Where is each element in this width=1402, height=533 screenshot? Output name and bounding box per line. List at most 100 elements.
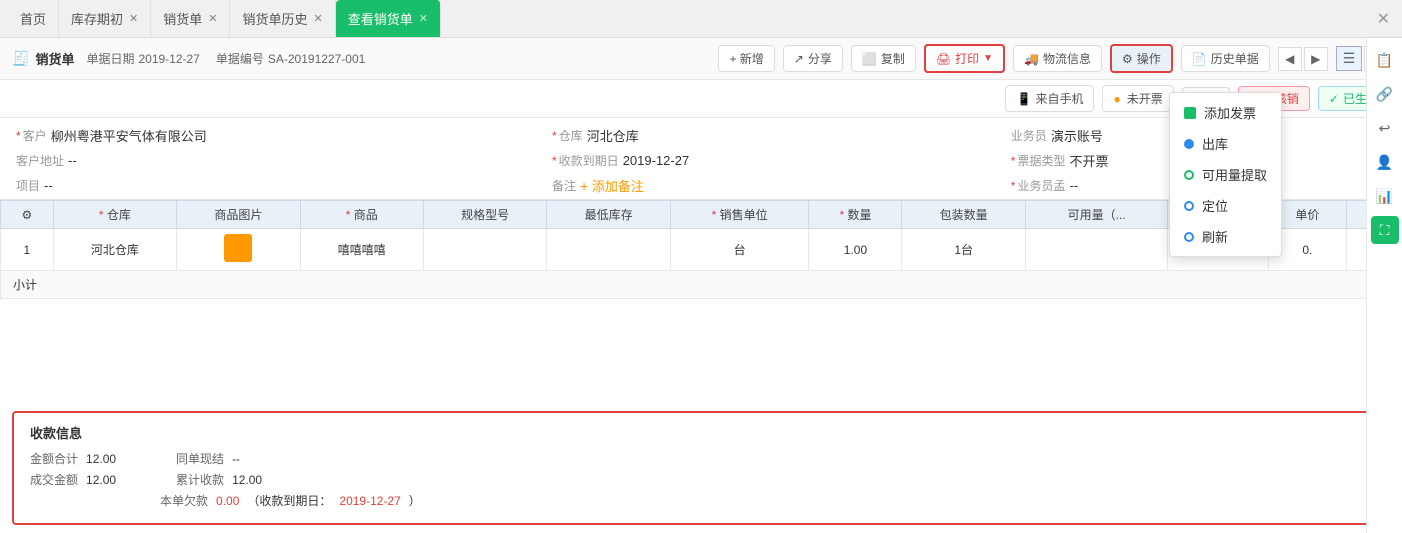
row-unit: 台 (670, 229, 809, 271)
payment-info-row2: 成交金额 12.00 累计收款 12.00 (30, 471, 1372, 488)
history-button[interactable]: 📄 历史单据 (1181, 45, 1270, 72)
remark-label: 备注 (552, 177, 576, 194)
tab-inventory-close[interactable]: ✕ (129, 12, 138, 25)
from-phone-label: 来自手机 (1035, 90, 1083, 107)
owe-date: 2019-12-27 (339, 494, 400, 508)
project-label: 项目 (16, 177, 40, 194)
print-button-label: 打印 (955, 50, 979, 67)
col-settings[interactable]: ⚙ (1, 201, 54, 229)
owe-value: 0.00 (216, 494, 239, 508)
col-img: 商品图片 (177, 201, 300, 229)
sidebar-icon-copy[interactable]: 📋 (1371, 46, 1399, 74)
owe-label: 本单欠款 (160, 492, 208, 509)
new-button[interactable]: + 新增 (718, 45, 774, 72)
tab-view-sales[interactable]: 查看销货单 ✕ (336, 0, 441, 37)
row-num: 1 (1, 229, 54, 271)
logistics-button[interactable]: 🚚 物流信息 (1013, 45, 1102, 72)
payment-date-field: 收款到期日 2019-12-27 (552, 152, 981, 169)
address-label: 客户地址 (16, 152, 64, 169)
sidebar-icon-link[interactable]: 🔗 (1371, 80, 1399, 108)
copy-button[interactable]: ⬜ 复制 (851, 45, 916, 72)
doc-type-icon: 🧾 (12, 50, 29, 67)
deal-label: 成交金额 (30, 471, 78, 488)
available-qty-label: 可用量提取 (1202, 165, 1267, 184)
tab-home[interactable]: 首页 (8, 0, 59, 37)
ticket-type-label: 票据类型 (1011, 152, 1066, 169)
remark-field: 备注 + 添加备注 (552, 176, 981, 195)
cumulative-value: 12.00 (232, 473, 262, 487)
project-field: 项目 -- (16, 177, 552, 194)
tab-history-close[interactable]: ✕ (314, 12, 323, 25)
dropdown-locate[interactable]: 定位 (1170, 190, 1281, 221)
new-button-label: + 新增 (729, 50, 763, 67)
refresh-label: 刷新 (1202, 227, 1228, 246)
staff-label: 业务员 (1011, 127, 1047, 144)
cumulative-field: 累计收款 12.00 (176, 471, 262, 488)
subtotal-label: 小计 (1, 271, 1402, 299)
dropdown-add-invoice[interactable]: 添加发票 (1170, 97, 1281, 128)
col-qty: * 数量 (809, 201, 902, 229)
sidebar-icon-user[interactable]: 👤 (1371, 148, 1399, 176)
add-invoice-label: 添加发票 (1204, 103, 1256, 122)
outbound-icon (1184, 139, 1194, 149)
prev-btn[interactable]: ◀ (1278, 47, 1302, 71)
col-unit: * 销售单位 (670, 201, 809, 229)
total-value: 12.00 (86, 452, 116, 466)
cumulative-label: 累计收款 (176, 471, 224, 488)
doc-number-value: SA-20191227-001 (268, 52, 365, 66)
share-button[interactable]: ↗ 分享 (783, 45, 843, 72)
payment-date-label: 收款到期日 (552, 152, 619, 169)
tab-view-close[interactable]: ✕ (419, 12, 428, 25)
window-close-btn[interactable]: ✕ (1377, 9, 1390, 29)
list-view-btn[interactable]: ☰ (1336, 46, 1363, 71)
locate-label: 定位 (1202, 196, 1228, 215)
payment-info-row3: 本单欠款 0.00 （收款到期日： 2019-12-27 ） (30, 492, 1372, 509)
sidebar-icon-expand[interactable]: ⛶ (1371, 216, 1399, 244)
doc-date-value: 2019-12-27 (138, 52, 199, 66)
deal-value: 12.00 (86, 473, 116, 487)
row-pkg-qty: 1台 (902, 229, 1025, 271)
col-min-stock: 最低库存 (547, 201, 670, 229)
sidebar-icon-chart[interactable]: 📊 (1371, 182, 1399, 210)
staff2-value: -- (1069, 178, 1078, 193)
operation-button-label: 操作 (1137, 50, 1161, 67)
tab-sales-close[interactable]: ✕ (208, 12, 217, 25)
print-button[interactable]: 🖨 打印 ▼ (924, 44, 1005, 73)
logistics-button-label: 物流信息 (1043, 50, 1091, 67)
customer-value: 柳州粤港平安气体有限公司 (51, 126, 207, 145)
doc-number-field: 单据编号 SA-20191227-001 (216, 50, 365, 67)
row-min-stock (547, 229, 670, 271)
history-button-label: 历史单据 (1211, 50, 1259, 67)
tab-bar: 首页 库存期初 ✕ 销货单 ✕ 销货单历史 ✕ 查看销货单 ✕ ✕ (0, 0, 1402, 38)
sidebar-icon-back[interactable]: ↩ (1371, 114, 1399, 142)
not-opened-label: 未开票 (1127, 90, 1163, 107)
from-phone-btn[interactable]: 📱 来自手机 (1005, 85, 1094, 112)
row-qty: 1.00 (809, 229, 902, 271)
staff2-label: 业务员孟 (1011, 177, 1066, 194)
payment-info: 收款信息 金额合计 12.00 同单现结 -- 成交金额 12.00 累计收款 … (12, 411, 1390, 525)
tab-sales-history[interactable]: 销货单历史 ✕ (230, 0, 335, 37)
doc-date-label: 单据日期 (86, 50, 134, 67)
dropdown-available-qty[interactable]: 可用量提取 (1170, 159, 1281, 190)
copy-button-label: 复制 (881, 50, 905, 67)
tab-inventory-init[interactable]: 库存期初 ✕ (59, 0, 151, 37)
dropdown-outbound[interactable]: 出库 (1170, 128, 1281, 159)
staff-value: 演示账号 (1051, 126, 1103, 145)
operation-button[interactable]: ⚙ 操作 (1110, 44, 1173, 73)
warehouse-value: 河北仓库 (587, 126, 639, 145)
not-opened-btn[interactable]: 未开票 (1102, 85, 1173, 112)
doc-meta: 单据日期 2019-12-27 单据编号 SA-20191227-001 (86, 50, 365, 67)
remark-add[interactable]: + 添加备注 (580, 176, 644, 195)
payment-info-title: 收款信息 (30, 423, 1372, 442)
row-img (177, 229, 300, 271)
tab-inventory-label: 库存期初 (71, 9, 123, 28)
doc-header: 🧾 销货单 单据日期 2019-12-27 单据编号 SA-20191227-0… (0, 38, 1402, 80)
tab-sales-order[interactable]: 销货单 ✕ (151, 0, 230, 37)
doc-title: 🧾 销货单 (12, 49, 74, 68)
next-btn[interactable]: ▶ (1304, 47, 1328, 71)
doc-date-field: 单据日期 2019-12-27 (86, 50, 199, 67)
refresh-icon (1184, 232, 1194, 242)
tab-view-label: 查看销货单 (348, 9, 413, 28)
outbound-label: 出库 (1202, 134, 1228, 153)
dropdown-refresh[interactable]: 刷新 (1170, 221, 1281, 252)
